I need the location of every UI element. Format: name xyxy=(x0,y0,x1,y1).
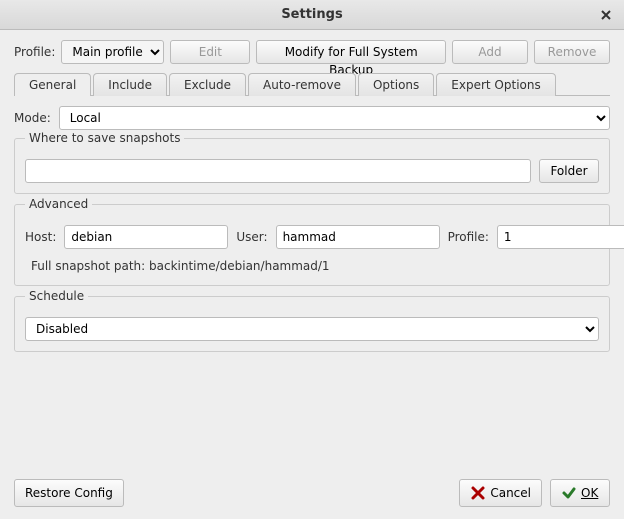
where-title: Where to save snapshots xyxy=(25,131,184,145)
where-group: Where to save snapshots Folder xyxy=(14,138,610,194)
advanced-title: Advanced xyxy=(25,197,92,211)
ok-label: OK xyxy=(581,484,598,502)
user-input[interactable] xyxy=(276,225,440,249)
mode-row: Mode: Local xyxy=(14,106,610,130)
mode-label: Mode: xyxy=(14,111,51,125)
modify-button[interactable]: Modify for Full System Backup xyxy=(256,40,446,64)
tab-exclude[interactable]: Exclude xyxy=(169,73,246,96)
host-input[interactable] xyxy=(64,225,228,249)
tab-general[interactable]: General xyxy=(14,73,91,96)
host-label: Host: xyxy=(25,230,56,244)
folder-button[interactable]: Folder xyxy=(539,159,599,183)
profile-id-label: Profile: xyxy=(448,230,489,244)
snapshot-path-input[interactable] xyxy=(25,159,531,183)
user-label: User: xyxy=(236,230,267,244)
window-title: Settings xyxy=(281,7,342,22)
profile-label: Profile: xyxy=(14,45,55,59)
tab-expert-options[interactable]: Expert Options xyxy=(436,73,555,96)
tab-options[interactable]: Options xyxy=(358,73,434,96)
titlebar: Settings xyxy=(0,0,624,30)
remove-button[interactable]: Remove xyxy=(534,40,610,64)
mode-select[interactable]: Local xyxy=(59,106,610,130)
restore-config-label: Restore Config xyxy=(25,484,113,502)
schedule-title: Schedule xyxy=(25,289,88,303)
schedule-group: Schedule Disabled xyxy=(14,296,610,352)
tabbar: General Include Exclude Auto-remove Opti… xyxy=(0,72,624,95)
profile-toolbar: Profile: Main profile Edit Modify for Fu… xyxy=(0,30,624,72)
close-icon[interactable] xyxy=(598,7,614,23)
schedule-select[interactable]: Disabled xyxy=(25,317,599,341)
restore-config-button[interactable]: Restore Config xyxy=(14,479,124,507)
cancel-icon xyxy=(470,485,486,501)
tab-include[interactable]: Include xyxy=(93,73,167,96)
edit-button[interactable]: Edit xyxy=(170,40,250,64)
ok-icon xyxy=(561,485,577,501)
footer: Restore Config Cancel OK xyxy=(0,469,624,519)
tab-auto-remove[interactable]: Auto-remove xyxy=(248,73,356,96)
advanced-group: Advanced Host: User: Profile: Full snaps… xyxy=(14,204,610,286)
cancel-label: Cancel xyxy=(490,484,531,502)
ok-button[interactable]: OK xyxy=(550,479,610,507)
cancel-button[interactable]: Cancel xyxy=(459,479,542,507)
add-button[interactable]: Add xyxy=(452,40,528,64)
tab-content: Mode: Local Where to save snapshots Fold… xyxy=(0,96,624,372)
full-path-text: Full snapshot path: backintime/debian/ha… xyxy=(25,257,599,275)
profile-select[interactable]: Main profile xyxy=(61,40,164,64)
profile-id-input[interactable] xyxy=(497,225,624,249)
